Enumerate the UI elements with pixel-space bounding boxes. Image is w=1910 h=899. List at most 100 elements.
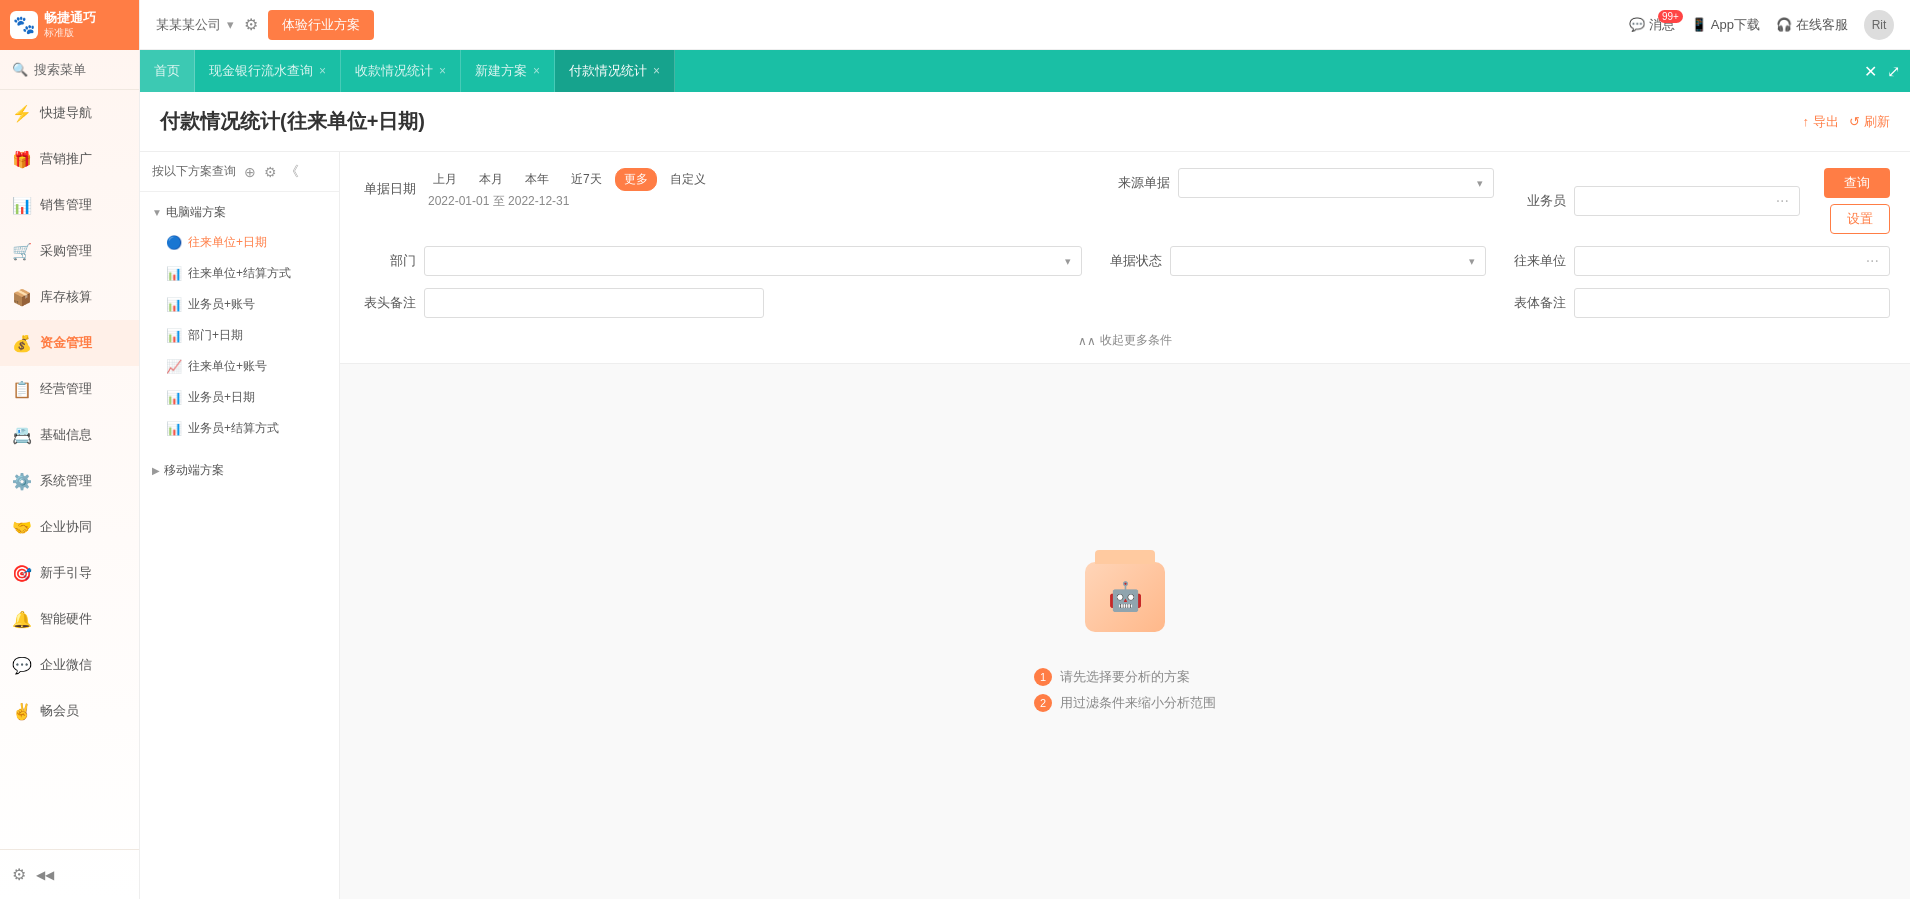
scheme-item-staff-settle[interactable]: 📊 业务员+结算方式	[140, 413, 339, 444]
scheme-collapse-icon[interactable]: 《	[285, 163, 299, 181]
search-label: 搜索菜单	[34, 61, 86, 79]
empty-box: 🤖	[1085, 562, 1165, 632]
tab-receipt-close-icon[interactable]: ×	[439, 64, 446, 78]
scheme-item-unit-settle[interactable]: 📊 往来单位+结算方式	[140, 258, 339, 289]
sidebar-item-label: 营销推广	[40, 150, 92, 168]
sidebar-item-label: 企业微信	[40, 656, 92, 674]
scheme-item-staff-account[interactable]: 📊 业务员+账号	[140, 289, 339, 320]
scheme-item-unit-date[interactable]: 🔵 往来单位+日期	[140, 227, 339, 258]
tabs-bar: 首页 现金银行流水查询 × 收款情况统计 × 新建方案 × 付款情况统计 × ✕…	[140, 50, 1910, 92]
sidebar-item-marketing[interactable]: 🎁 营销推广	[0, 136, 139, 182]
tab-bank-close-icon[interactable]: ×	[319, 64, 326, 78]
sidebar-item-label: 资金管理	[40, 334, 92, 352]
sidebar-item-funds[interactable]: 💰 资金管理	[0, 320, 139, 366]
scheme-settings-icon[interactable]: ⚙	[264, 164, 277, 180]
scheme-item-label: 业务员+日期	[188, 389, 255, 406]
date-btn-this-month[interactable]: 本月	[470, 168, 512, 191]
scheme-item-unit-account[interactable]: 📈 往来单位+账号	[140, 351, 339, 382]
tab-receipt-label: 收款情况统计	[355, 62, 433, 80]
sidebar-item-hardware[interactable]: 🔔 智能硬件	[0, 596, 139, 642]
export-button[interactable]: ↑ 导出	[1803, 113, 1840, 131]
sidebar-item-wechat[interactable]: 💬 企业微信	[0, 642, 139, 688]
online-service-item[interactable]: 🎧 在线客服	[1776, 16, 1848, 34]
content-area: 按以下方案查询 ⊕ ⚙ 《 ▼ 电脑端方案 🔵 往来单位+日期 📊 往来单位+结…	[140, 152, 1910, 899]
tab-new-close-icon[interactable]: ×	[533, 64, 540, 78]
expand-arrow-icon: ▶	[152, 465, 160, 476]
unit-dots-icon: ···	[1866, 252, 1879, 270]
sidebar-collapse-icon[interactable]: ◀◀	[36, 868, 54, 882]
tab-payment-close-icon[interactable]: ×	[653, 64, 660, 78]
staff-dots-icon: ···	[1776, 192, 1789, 210]
sidebar-logo: 🐾 畅捷通巧 标准版	[0, 0, 139, 50]
sidebar-item-operation[interactable]: 📋 经营管理	[0, 366, 139, 412]
status-select-arrow-icon: ▾	[1469, 255, 1475, 268]
scheme-group-desktop-title[interactable]: ▼ 电脑端方案	[140, 198, 339, 227]
tabs-right-actions: ✕ ⤢	[1854, 50, 1910, 92]
scheme-item-label: 往来单位+日期	[188, 234, 267, 251]
sidebar-item-sales[interactable]: 📊 销售管理	[0, 182, 139, 228]
tab-bank-label: 现金银行流水查询	[209, 62, 313, 80]
sidebar-item-label: 新手引导	[40, 564, 92, 582]
tab-payment[interactable]: 付款情况统计 ×	[555, 50, 675, 92]
sidebar-item-basic[interactable]: 📇 基础信息	[0, 412, 139, 458]
user-avatar[interactable]: Rit	[1864, 10, 1894, 40]
scheme-icon: 📊	[166, 421, 182, 436]
add-scheme-icon[interactable]: ⊕	[244, 164, 256, 180]
settings-button[interactable]: 设置	[1830, 204, 1890, 234]
date-btn-this-year[interactable]: 本年	[516, 168, 558, 191]
sidebar-item-enterprise[interactable]: 🤝 企业协同	[0, 504, 139, 550]
tab-bank[interactable]: 现金银行流水查询 ×	[195, 50, 341, 92]
header-note-input[interactable]	[424, 288, 764, 318]
sidebar-item-inventory[interactable]: 📦 库存核算	[0, 274, 139, 320]
sidebar-search[interactable]: 🔍 搜索菜单	[0, 50, 139, 90]
date-btn-last-month[interactable]: 上月	[424, 168, 466, 191]
tab-close-all-icon[interactable]: ✕	[1864, 62, 1877, 81]
marketing-icon: 🎁	[12, 149, 32, 169]
dept-select[interactable]: ▾	[424, 246, 1082, 276]
topbar-settings-icon[interactable]: ⚙	[244, 15, 258, 34]
download-icon: 📱	[1691, 17, 1707, 32]
refresh-button[interactable]: ↺ 刷新	[1849, 113, 1890, 131]
sidebar-item-guide[interactable]: 🎯 新手引导	[0, 550, 139, 596]
tab-receipt[interactable]: 收款情况统计 ×	[341, 50, 461, 92]
status-select[interactable]: ▾	[1170, 246, 1486, 276]
trial-button[interactable]: 体验行业方案	[268, 10, 374, 40]
tab-expand-icon[interactable]: ⤢	[1887, 62, 1900, 81]
scheme-item-label: 业务员+账号	[188, 296, 255, 313]
tab-home[interactable]: 首页	[140, 50, 195, 92]
unit-input[interactable]: ···	[1574, 246, 1890, 276]
hint-num-1: 1	[1034, 668, 1052, 686]
data-area: 🤖 1 请先选择要分析的方案 2 用过滤条件来缩小分析范围	[340, 364, 1910, 899]
body-note-input[interactable]	[1574, 288, 1890, 318]
dept-select-arrow-icon: ▾	[1065, 255, 1071, 268]
message-icon: 💬	[1629, 17, 1645, 32]
sidebar-item-purchase[interactable]: 🛒 采购管理	[0, 228, 139, 274]
date-btn-7days[interactable]: 近7天	[562, 168, 611, 191]
sidebar-item-system[interactable]: ⚙️ 系统管理	[0, 458, 139, 504]
staff-filter-label: 业务员	[1510, 192, 1566, 210]
collapse-button[interactable]: ∧∧ 收起更多条件	[1078, 328, 1172, 353]
staff-input[interactable]: ···	[1574, 186, 1800, 216]
app-download-item[interactable]: 📱 App下载	[1691, 16, 1760, 34]
date-btn-custom[interactable]: 自定义	[661, 168, 715, 191]
scheme-item-staff-date[interactable]: 📊 业务员+日期	[140, 382, 339, 413]
body-note-label: 表体备注	[1510, 294, 1566, 312]
scheme-group-desktop: ▼ 电脑端方案 🔵 往来单位+日期 📊 往来单位+结算方式 📊 业务员+账号 📊	[140, 192, 339, 450]
scheme-group-mobile-title[interactable]: ▶ 移动端方案	[140, 456, 339, 485]
tab-new[interactable]: 新建方案 ×	[461, 50, 555, 92]
wechat-icon: 💬	[12, 655, 32, 675]
query-button[interactable]: 查询	[1824, 168, 1890, 198]
status-filter-label: 单据状态	[1106, 252, 1162, 270]
inventory-icon: 📦	[12, 287, 32, 307]
sidebar-settings-icon[interactable]: ⚙	[12, 865, 26, 884]
sidebar-item-quick[interactable]: ⚡ 快捷导航	[0, 90, 139, 136]
sidebar-item-label: 采购管理	[40, 242, 92, 260]
scheme-group-label: 移动端方案	[164, 462, 224, 479]
source-select[interactable]: ▾	[1178, 168, 1494, 198]
sidebar-item-vip[interactable]: ✌ 畅会员	[0, 688, 139, 734]
dropdown-icon[interactable]: ▾	[227, 17, 234, 32]
scheme-item-dept-date[interactable]: 📊 部门+日期	[140, 320, 339, 351]
date-btn-more[interactable]: 更多	[615, 168, 657, 191]
purchase-icon: 🛒	[12, 241, 32, 261]
messages-item[interactable]: 💬 消息 99+	[1629, 16, 1675, 34]
